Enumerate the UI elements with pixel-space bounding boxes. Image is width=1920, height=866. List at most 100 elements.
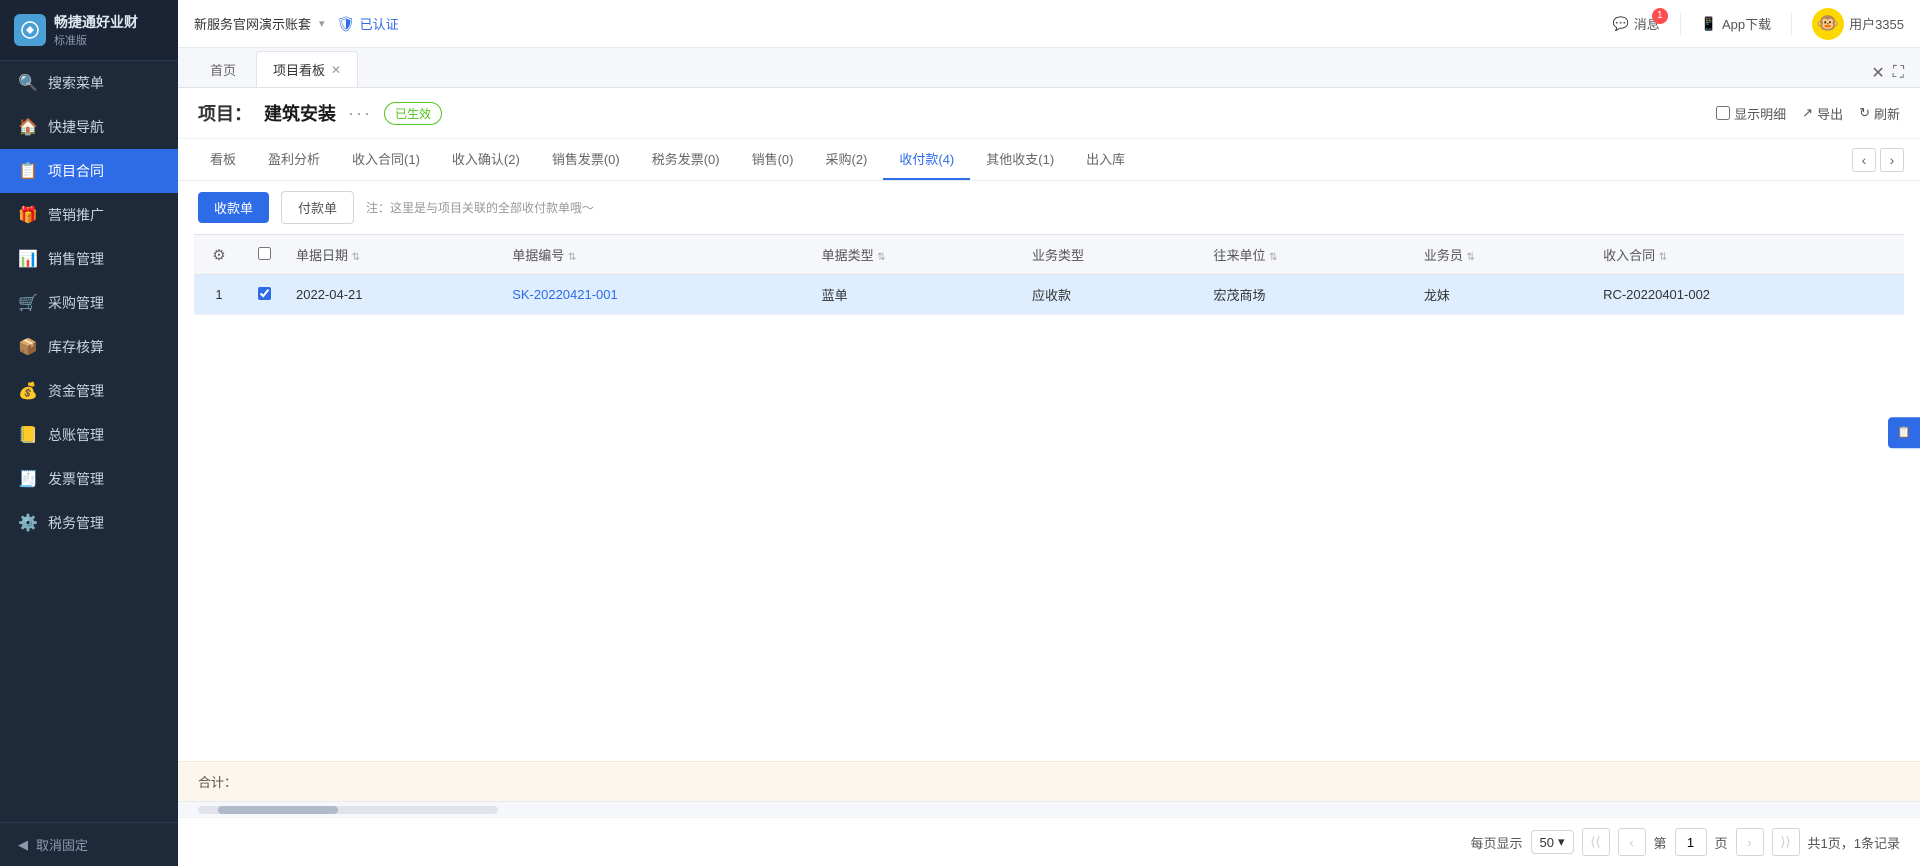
- sidebar-item-label: 销售管理: [48, 249, 104, 269]
- sales-icon: 📊: [18, 249, 38, 269]
- receipt-button[interactable]: 收款单: [198, 192, 269, 223]
- sub-tab-profit[interactable]: 盈利分析: [252, 139, 336, 180]
- sidebar-item-inventory[interactable]: 📦 库存核算: [0, 325, 178, 369]
- sub-tab-income-confirm[interactable]: 收入确认(2): [436, 139, 536, 180]
- sidebar-item-label: 库存核算: [48, 337, 104, 357]
- sidebar-item-label: 资金管理: [48, 381, 104, 401]
- refresh-icon: ↻: [1859, 105, 1870, 121]
- sidebar-item-invoice[interactable]: 🧾 发票管理: [0, 457, 178, 501]
- sub-tab-income-contract[interactable]: 收入合同(1): [336, 139, 436, 180]
- pin-icon: ◀: [18, 837, 28, 853]
- sidebar-item-quick-nav[interactable]: 🏠 快捷导航: [0, 105, 178, 149]
- pagination-prev-button[interactable]: ‹: [1618, 828, 1646, 856]
- table-container[interactable]: ⚙ 单据日期 ⇅ 单据编号 ⇅: [178, 234, 1920, 761]
- sub-tab-receipts[interactable]: 收付款(4): [883, 139, 970, 180]
- sidebar-item-marketing[interactable]: 🎁 营销推广: [0, 193, 178, 237]
- table-scrollbar-area[interactable]: [178, 801, 1920, 817]
- sort-icon: ⇅: [877, 252, 885, 263]
- avatar: 🐵: [1812, 8, 1844, 40]
- row-income-contract: RC-20220401-002: [1591, 275, 1904, 315]
- sub-tab-prev-button[interactable]: ‹: [1852, 148, 1876, 172]
- app-download-button[interactable]: 📱 App下载: [1701, 14, 1771, 33]
- scrollbar-thumb[interactable]: [218, 806, 338, 814]
- sort-icon: ⇅: [1659, 252, 1667, 263]
- refresh-button[interactable]: ↻ 刷新: [1859, 104, 1900, 123]
- show-detail-input[interactable]: [1716, 106, 1730, 120]
- sidebar-item-tax[interactable]: ⚙️ 税务管理: [0, 501, 178, 545]
- sub-tab-nav: ‹ ›: [1852, 148, 1904, 172]
- account-dropdown-icon: ▾: [319, 17, 325, 30]
- toolbar-note: 注：这里是与项目关联的全部收付款单哦～: [366, 199, 594, 216]
- row-checkbox[interactable]: [258, 287, 271, 300]
- row-checkbox-cell[interactable]: [244, 275, 284, 315]
- sub-tab-other-income[interactable]: 其他收支(1): [970, 139, 1070, 180]
- project-title: 建筑安装: [264, 100, 336, 126]
- sidebar-logo: 畅捷通好业财 标准版: [0, 0, 178, 61]
- pagination-next-button[interactable]: ›: [1736, 828, 1764, 856]
- row-number[interactable]: SK-20220421-001: [500, 275, 809, 315]
- col-header-date[interactable]: 单据日期 ⇅: [284, 235, 500, 275]
- payment-button[interactable]: 付款单: [281, 191, 354, 224]
- row-type: 蓝单: [810, 275, 1020, 315]
- show-detail-checkbox[interactable]: 显示明细: [1716, 104, 1786, 123]
- col-header-salesperson[interactable]: 业务员 ⇅: [1412, 235, 1591, 275]
- account-selector[interactable]: 新服务官网演示账套 ▾: [194, 14, 325, 33]
- col-header-settings[interactable]: ⚙: [194, 235, 244, 275]
- sub-tab-sales[interactable]: 销售(0): [736, 139, 810, 180]
- search-icon: 🔍: [18, 73, 38, 93]
- header-divider-2: [1791, 12, 1792, 36]
- window-maximize-button[interactable]: ⛶: [1893, 64, 1904, 82]
- sidebar-item-project-contract[interactable]: 📋 项目合同: [0, 149, 178, 193]
- export-button[interactable]: ↗ 导出: [1802, 104, 1843, 123]
- pagination-page-input[interactable]: [1675, 828, 1707, 856]
- col-header-type[interactable]: 单据类型 ⇅: [810, 235, 1020, 275]
- col-header-partner[interactable]: 往来单位 ⇅: [1202, 235, 1412, 275]
- certified-badge: 🛡 已认证: [337, 14, 399, 33]
- col-header-number[interactable]: 单据编号 ⇅: [500, 235, 809, 275]
- box-icon: 📦: [18, 337, 38, 357]
- sidebar-logo-text: 畅捷通好业财 标准版: [54, 12, 138, 48]
- tab-home[interactable]: 首页: [194, 52, 252, 87]
- row-biz-type: 应收款: [1020, 275, 1202, 315]
- pagination-info: 共1页，1条记录: [1808, 833, 1900, 852]
- sidebar-item-funds[interactable]: 💰 资金管理: [0, 369, 178, 413]
- sidebar-item-purchase[interactable]: 🛒 采购管理: [0, 281, 178, 325]
- pagination-last-button[interactable]: ⟩⟩: [1772, 828, 1800, 856]
- sidebar-item-label: 项目合同: [48, 161, 104, 181]
- sidebar-item-label: 总账管理: [48, 425, 104, 445]
- message-icon: 💬: [1613, 16, 1629, 32]
- right-panel-button[interactable]: 📋: [1888, 417, 1920, 448]
- page-size-dropdown-icon: ▾: [1558, 834, 1565, 850]
- user-menu[interactable]: 🐵 用户3355: [1812, 8, 1904, 40]
- message-button[interactable]: 💬 消息 1: [1613, 14, 1660, 33]
- tab-project-board[interactable]: 项目看板 ✕: [256, 51, 358, 87]
- page-current-label: 第: [1654, 833, 1667, 852]
- window-close-button[interactable]: ✕: [1871, 63, 1884, 83]
- sidebar-item-search[interactable]: 🔍 搜索菜单: [0, 61, 178, 105]
- pagination: 每页显示 50 ▾ ⟨⟨ ‹ 第 页 › ⟩⟩ 共1页，1条记录: [178, 817, 1920, 866]
- col-header-checkbox[interactable]: [244, 235, 284, 275]
- pagination-first-button[interactable]: ⟨⟨: [1582, 828, 1610, 856]
- page-size-select[interactable]: 50 ▾: [1531, 830, 1574, 854]
- sub-tab-in-out[interactable]: 出入库: [1070, 139, 1141, 180]
- table-row[interactable]: 1 2022-04-21 SK-20220421-001 蓝单 应收款 宏茂商场…: [194, 275, 1904, 315]
- col-header-income-contract[interactable]: 收入合同 ⇅: [1591, 235, 1904, 275]
- sort-icon: ⇅: [1466, 252, 1474, 263]
- gear-icon[interactable]: ⚙: [212, 247, 225, 264]
- cancel-fixed-button[interactable]: ◀ 取消固定: [0, 822, 178, 866]
- document-link[interactable]: SK-20220421-001: [512, 287, 618, 302]
- sub-tab-purchase[interactable]: 采购(2): [809, 139, 883, 180]
- sidebar-item-ledger[interactable]: 📒 总账管理: [0, 413, 178, 457]
- tab-close-icon[interactable]: ✕: [331, 63, 341, 77]
- sidebar-item-sales[interactable]: 📊 销售管理: [0, 237, 178, 281]
- sub-tab-kanban[interactable]: 看板: [194, 139, 252, 180]
- sub-tab-tax-invoice[interactable]: 税务发票(0): [636, 139, 736, 180]
- cart-icon: 🛒: [18, 293, 38, 313]
- page-size-label: 每页显示: [1470, 833, 1522, 852]
- sort-icon: ⇅: [1269, 252, 1277, 263]
- select-all-checkbox[interactable]: [258, 247, 271, 260]
- scrollbar-track[interactable]: [198, 806, 498, 814]
- project-more-button[interactable]: ···: [348, 103, 372, 124]
- sub-tab-next-button[interactable]: ›: [1880, 148, 1904, 172]
- sub-tab-sales-invoice[interactable]: 销售发票(0): [536, 139, 636, 180]
